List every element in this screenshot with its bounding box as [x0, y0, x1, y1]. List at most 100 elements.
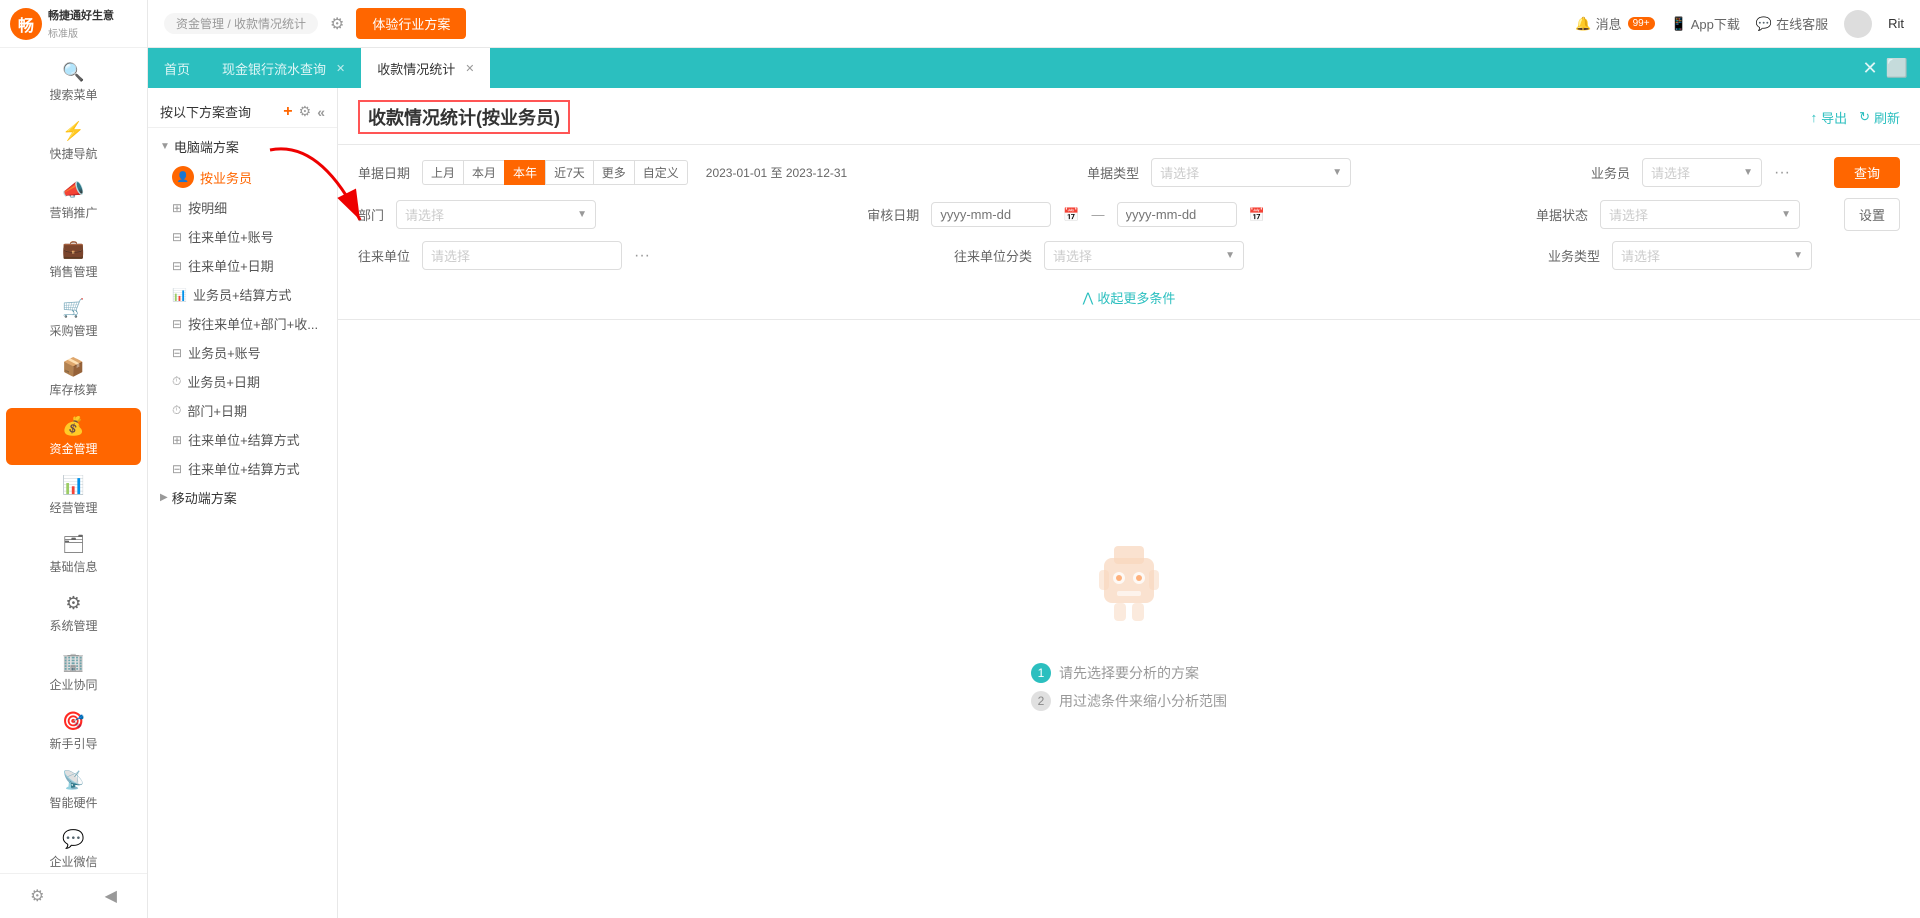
dept-select[interactable]: 请选择 ▼	[396, 200, 596, 229]
operations-icon: 📊	[62, 475, 84, 496]
marketing-icon: 📣	[62, 180, 84, 201]
basic-icon: 🗂	[62, 534, 85, 555]
tree-item-staff-method[interactable]: 📊 业务员+结算方式	[148, 280, 337, 309]
header-gear-icon[interactable]: ⚙	[330, 14, 344, 34]
partner-category-select[interactable]: 请选择 ▼	[1044, 241, 1244, 270]
refresh-icon: ↻	[1859, 109, 1870, 125]
sidebar-item-basic[interactable]: 🗂 基础信息	[6, 526, 141, 583]
step-1-num: 1	[1031, 663, 1051, 683]
tree-group-desktop-header[interactable]: ▼ 电脑端方案	[148, 132, 337, 161]
tab-home[interactable]: 首页	[148, 48, 206, 88]
tree-item-partner-dept[interactable]: ⊟ 按往来单位+部门+收...	[148, 309, 337, 338]
audit-date-start[interactable]	[931, 202, 1051, 227]
sidebar-item-corp[interactable]: 🏢 企业协同	[6, 644, 141, 701]
scheme-panel: 按以下方案查询 + ⚙ « ▼ 电脑端方案 👤	[148, 88, 338, 918]
sidebar-item-finance[interactable]: 💰 资金管理	[6, 408, 141, 465]
sales-icon: 💼	[62, 239, 84, 260]
sidebar-item-inventory[interactable]: 📦 库存核算	[6, 349, 141, 406]
settings-button[interactable]: ⚙	[26, 882, 48, 910]
top-header: 资金管理 / 收款情况统计 ⚙ 体验行业方案 🔔 消息 99+ 📱 App下载 …	[148, 0, 1920, 48]
tree-group-mobile-header[interactable]: ▶ 移动端方案	[148, 483, 337, 512]
sidebar-item-system[interactable]: ⚙ 系统管理	[6, 585, 141, 642]
partner-select[interactable]: 请选择	[422, 241, 622, 270]
audit-date-label: 审核日期	[867, 205, 919, 224]
settings-button[interactable]: 设置	[1844, 198, 1900, 231]
refresh-button[interactable]: ↻ 刷新	[1859, 108, 1900, 127]
page-title-bar: 收款情况统计(按业务员) ↑ 导出 ↻ 刷新	[338, 88, 1920, 145]
table3-icon: ⊟	[172, 317, 182, 331]
date-tab-this-month[interactable]: 本月	[463, 160, 504, 185]
sidebar-item-quick-nav[interactable]: ⚡ 快捷导航	[6, 113, 141, 170]
tree-group-mobile: ▶ 移动端方案	[148, 483, 337, 512]
scheme-settings-icon[interactable]: ⚙	[299, 103, 312, 120]
audit-date-end[interactable]	[1117, 202, 1237, 227]
sidebar-item-sales[interactable]: 💼 销售管理	[6, 231, 141, 288]
date-tab-custom[interactable]: 自定义	[634, 160, 688, 185]
step-2-num: 2	[1031, 691, 1051, 711]
tab-bar: 首页 现金银行流水查询 ✕ 收款情况统计 ✕ ✕ ⬜	[148, 48, 1920, 88]
biz-type-arrow-icon: ▼	[1793, 250, 1803, 261]
tree-item-by-staff[interactable]: 👤 按业务员	[148, 161, 337, 193]
calendar2-icon[interactable]: 📅	[1249, 207, 1265, 223]
empty-step-2: 2 用过滤条件来缩小分析范围	[1031, 691, 1227, 711]
sidebar-item-marketing[interactable]: 📣 营销推广	[6, 172, 141, 229]
partner-category-label: 往来单位分类	[954, 246, 1032, 265]
tree-item-partner-date[interactable]: ⊟ 往来单位+日期	[148, 251, 337, 280]
page-title: 收款情况统计(按业务员)	[358, 100, 570, 134]
app-download-action[interactable]: 📱 App下载	[1671, 14, 1740, 33]
tree-item-partner-method2[interactable]: ⊟ 往来单位+结算方式	[148, 454, 337, 483]
tab-close-all-icon[interactable]: ✕	[1862, 58, 1877, 79]
online-service-action[interactable]: 💬 在线客服	[1756, 14, 1828, 33]
partner-more-icon[interactable]: ···	[634, 247, 650, 265]
tab-maximize-icon[interactable]: ⬜	[1886, 58, 1908, 79]
right-panel: 收款情况统计(按业务员) ↑ 导出 ↻ 刷新 单据日期	[338, 88, 1920, 918]
staff-select[interactable]: 请选择 ▼	[1642, 158, 1762, 187]
tab-close-bank[interactable]: ✕	[336, 62, 345, 75]
avatar[interactable]	[1844, 10, 1872, 38]
voucher-type-select[interactable]: 请选择 ▼	[1151, 158, 1351, 187]
collapse-more-button[interactable]: ⋀ 收起更多条件	[358, 280, 1900, 307]
dept-arrow-icon: ▼	[577, 209, 587, 220]
sidebar-logo: 畅 畅捷通好生意 标准版	[0, 0, 147, 48]
date-range-text: 2023-01-01 至 2023-12-31	[706, 164, 847, 181]
date-tab-last7[interactable]: 近7天	[545, 160, 593, 185]
tree-item-staff-date[interactable]: ⏱ 业务员+日期	[148, 367, 337, 396]
tree-item-staff-account[interactable]: ⊟ 业务员+账号	[148, 338, 337, 367]
empty-area: 1 请先选择要分析的方案 2 用过滤条件来缩小分析范围	[338, 320, 1920, 918]
scheme-tree: ▼ 电脑端方案 👤 按业务员 ⊞ 按明细 ⊟	[148, 128, 337, 910]
filter-area: 单据日期 上月 本月 本年 近7天 更多 自定义 2023-01-01 至 20…	[338, 145, 1920, 320]
scheme-panel-header: 按以下方案查询 + ⚙ «	[148, 96, 337, 128]
sidebar-item-wechat[interactable]: 💬 企业微信	[6, 821, 141, 873]
logo-icon: 畅	[10, 8, 42, 40]
sidebar-item-search[interactable]: 🔍 搜索菜单	[6, 54, 141, 111]
scheme-collapse-icon[interactable]: «	[317, 104, 325, 120]
lightning-icon: ⚡	[62, 121, 84, 142]
date-tab-more[interactable]: 更多	[593, 160, 634, 185]
tree-item-partner-account[interactable]: ⊟ 往来单位+账号	[148, 222, 337, 251]
sidebar-item-purchase[interactable]: 🛒 采购管理	[6, 290, 141, 347]
date-tab-last-month[interactable]: 上月	[422, 160, 463, 185]
tab-collection[interactable]: 收款情况统计 ✕	[361, 48, 490, 88]
business-type-select[interactable]: 请选择 ▼	[1612, 241, 1812, 270]
collapse-sidebar-button[interactable]: ◀‍	[101, 882, 121, 910]
tree-arrow-icon: ▼	[160, 141, 170, 152]
date-tab-this-year[interactable]: 本年	[504, 160, 545, 185]
tab-bank[interactable]: 现金银行流水查询 ✕	[206, 48, 361, 88]
tree-item-partner-method1[interactable]: ⊞ 往来单位+结算方式	[148, 425, 337, 454]
tree-item-by-detail[interactable]: ⊞ 按明细	[148, 193, 337, 222]
query-button[interactable]: 查询	[1834, 157, 1900, 188]
sidebar-item-guide[interactable]: 🎯 新手引导	[6, 703, 141, 760]
bell-icon: 🔔	[1575, 16, 1591, 32]
tree-item-dept-date[interactable]: ⏱ 部门+日期	[148, 396, 337, 425]
messages-action[interactable]: 🔔 消息 99+	[1575, 14, 1654, 33]
sidebar-item-hardware[interactable]: 📡 智能硬件	[6, 762, 141, 819]
scheme-add-icon[interactable]: +	[283, 103, 292, 121]
sidebar-item-operations[interactable]: 📊 经营管理	[6, 467, 141, 524]
trial-button[interactable]: 体验行业方案	[356, 8, 466, 39]
tab-close-collection[interactable]: ✕	[465, 62, 474, 75]
voucher-status-select[interactable]: 请选择 ▼	[1600, 200, 1800, 229]
export-button[interactable]: ↑ 导出	[1811, 108, 1848, 127]
page-title-actions: ↑ 导出 ↻ 刷新	[1811, 108, 1900, 127]
staff-more-icon[interactable]: ···	[1774, 164, 1790, 182]
calendar1-icon[interactable]: 📅	[1063, 207, 1079, 223]
